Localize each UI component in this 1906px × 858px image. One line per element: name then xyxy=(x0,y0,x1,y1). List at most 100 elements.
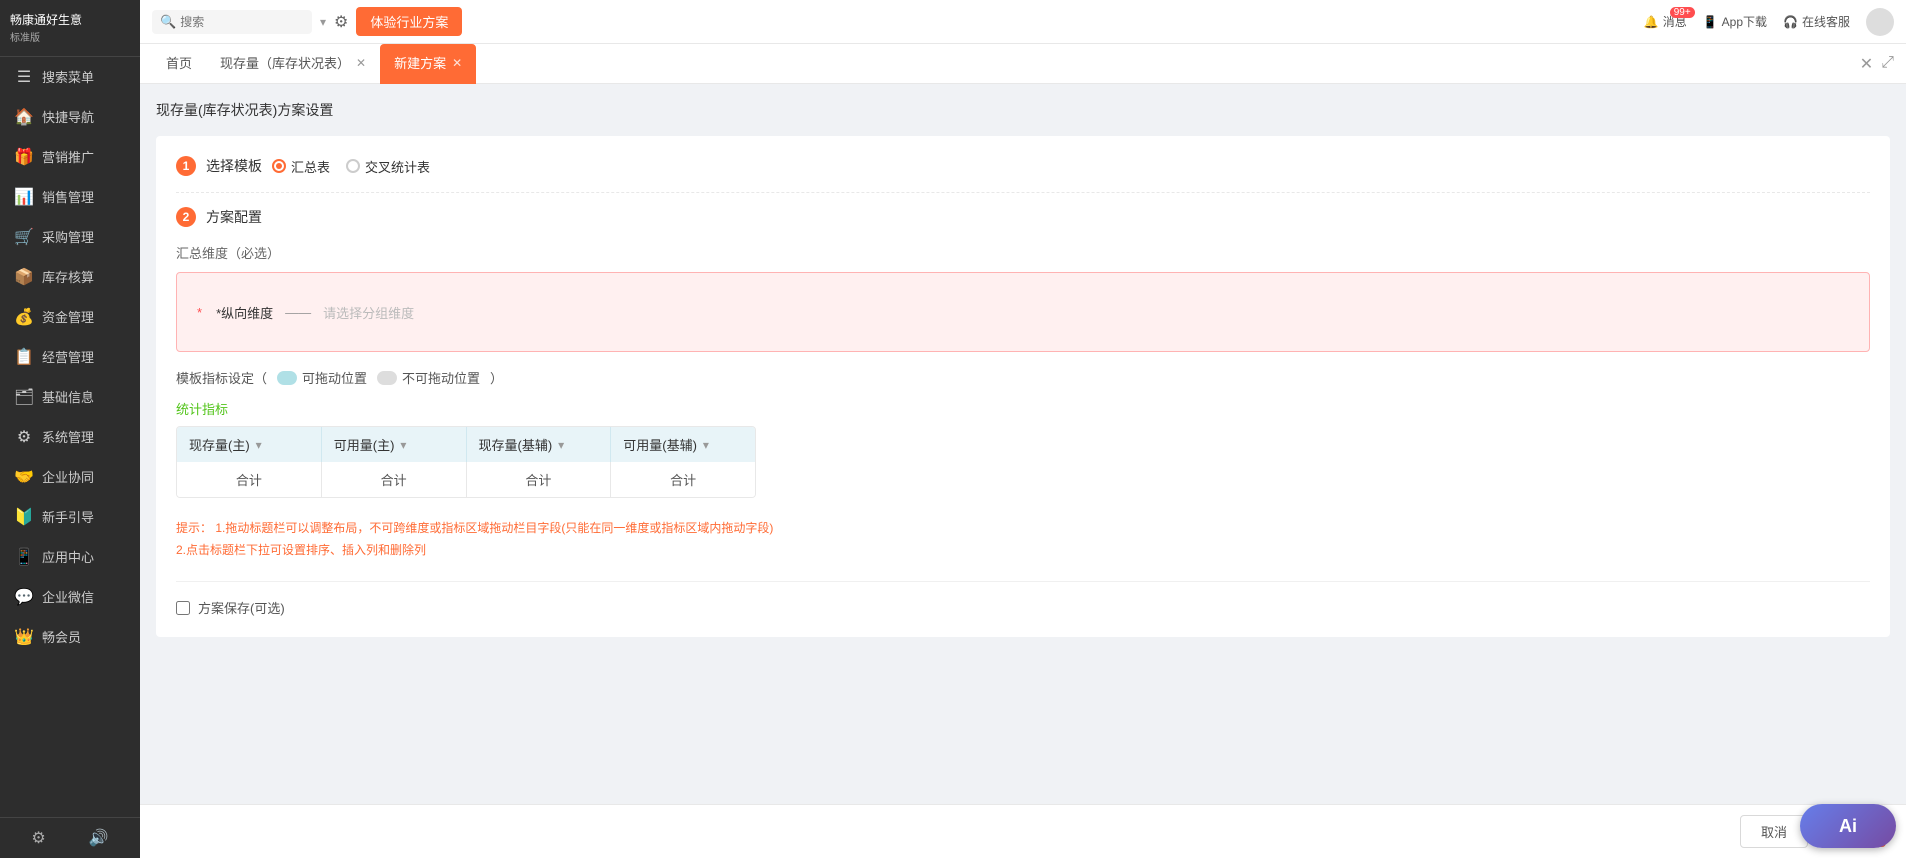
sidebar-item-label: 库存核算 xyxy=(42,267,94,286)
sidebar-item-label: 销售管理 xyxy=(42,187,94,206)
sidebar-item-label: 资金管理 xyxy=(42,307,94,326)
chevron-down-icon[interactable]: ▾ xyxy=(558,438,564,452)
sidebar-item-basic-info[interactable]: 🗂 基础信息 xyxy=(0,377,140,417)
sidebar-item-inventory[interactable]: 📦 库存核算 xyxy=(0,257,140,297)
search-input[interactable] xyxy=(180,15,304,29)
sidebar-item-wechat[interactable]: 💬 企业微信 xyxy=(0,577,140,617)
service-label: 在线客服 xyxy=(1802,13,1850,30)
save-row: 方案保存(可选) xyxy=(176,581,1870,617)
tip2: 2.点击标题栏下拉可设置排序、插入列和删除列 xyxy=(176,540,1870,562)
sidebar: 畅康通好生意 标准版 ☰ 搜索菜单 🏠 快捷导航 🎁 营销推广 📊 销售管理 🛒… xyxy=(0,0,140,858)
tip1-text: 1.拖动标题栏可以调整布局，不可跨维度或指标区域拖动栏目字段(只能在同一维度或指… xyxy=(215,521,773,535)
required-mark: * xyxy=(197,305,202,320)
draggable-toggle[interactable]: 可拖动位置 xyxy=(277,368,367,387)
search-menu-icon: ☰ xyxy=(14,67,34,87)
tab-home-label: 首页 xyxy=(166,53,192,72)
summary-dimension-label: 汇总维度（必选） xyxy=(176,243,1870,262)
header-available-main[interactable]: 可用量(主) ▾ xyxy=(322,427,467,462)
header-available-aux-label: 可用量(基辅) xyxy=(623,435,697,454)
save-checkbox[interactable] xyxy=(176,601,190,615)
trial-button[interactable]: 体验行业方案 xyxy=(356,7,462,36)
sidebar-item-member[interactable]: 👑 畅会员 xyxy=(0,617,140,657)
tab-new-plan[interactable]: 新建方案 ✕ xyxy=(380,44,476,84)
settings-card: 1 选择模板 汇总表 交叉统计表 2 方案配置 xyxy=(156,136,1890,637)
save-label: 方案保存(可选) xyxy=(198,598,285,617)
handshake-icon: 🤝 xyxy=(14,467,34,487)
box-icon: 📦 xyxy=(14,267,34,287)
header-inventory-main-label: 现存量(主) xyxy=(189,435,250,454)
tabs-actions: ✕ ⤢ xyxy=(1860,54,1894,74)
settings-icon[interactable]: ⚙ xyxy=(334,12,348,32)
step1-row: 1 选择模板 汇总表 交叉统计表 xyxy=(176,156,1870,176)
sidebar-item-label: 营销推广 xyxy=(42,147,94,166)
page-title: 现存量(库存状况表)方案设置 xyxy=(156,100,1890,120)
expand-icon[interactable]: ⤢ xyxy=(1881,54,1894,74)
chevron-down-icon[interactable]: ▾ xyxy=(703,438,709,452)
header-available-aux[interactable]: 可用量(基辅) ▾ xyxy=(611,427,755,462)
app-download-button[interactable]: 📱 App下载 xyxy=(1703,13,1767,30)
close-icon[interactable]: ✕ xyxy=(452,56,462,70)
tip1: 提示： 1.拖动标题栏可以调整布局，不可跨维度或指标区域拖动栏目字段(只能在同一… xyxy=(176,518,1870,540)
chevron-down-icon[interactable]: ▾ xyxy=(256,438,262,452)
sidebar-item-app-center[interactable]: 📱 应用中心 xyxy=(0,537,140,577)
volume-icon[interactable]: 🔊 xyxy=(89,828,109,848)
radio-summary[interactable]: 汇总表 xyxy=(272,157,330,176)
ai-bubble[interactable]: Ai xyxy=(1800,804,1896,848)
chevron-down-icon[interactable]: ▾ xyxy=(320,15,326,29)
tips-section: 提示： 1.拖动标题栏可以调整布局，不可跨维度或指标区域拖动栏目字段(只能在同一… xyxy=(176,518,1870,561)
sidebar-item-finance[interactable]: 💰 资金管理 xyxy=(0,297,140,337)
tab-home[interactable]: 首页 xyxy=(152,44,206,84)
cart-icon: 🛒 xyxy=(14,227,34,247)
sidebar-item-search-menu[interactable]: ☰ 搜索菜单 xyxy=(0,57,140,97)
mobile-icon: 📱 xyxy=(14,547,34,567)
sidebar-item-label: 企业微信 xyxy=(42,587,94,606)
header-inventory-aux[interactable]: 现存量(基辅) ▾ xyxy=(467,427,612,462)
cell-available-aux: 合计 xyxy=(611,462,755,497)
step1-badge: 1 xyxy=(176,156,196,176)
dimension-placeholder: 请选择分组维度 xyxy=(323,303,414,322)
tabs-bar: 首页 现存量（库存状况表） ✕ 新建方案 ✕ ✕ ⤢ xyxy=(140,44,1906,84)
header-inventory-main[interactable]: 现存量(主) ▾ xyxy=(177,427,322,462)
cancel-button[interactable]: 取消 xyxy=(1740,815,1808,848)
sidebar-item-marketing[interactable]: 🎁 营销推广 xyxy=(0,137,140,177)
gift-icon: 🎁 xyxy=(14,147,34,167)
sidebar-item-label: 经营管理 xyxy=(42,347,94,366)
tab-inventory-status[interactable]: 现存量（库存状况表） ✕ xyxy=(206,44,380,84)
stats-body-row: 合计 合计 合计 合计 xyxy=(177,462,755,497)
sidebar-item-purchase[interactable]: 🛒 采购管理 xyxy=(0,217,140,257)
service-button[interactable]: 🎧 在线客服 xyxy=(1783,13,1850,30)
bottom-action-bar: 取消 查询 xyxy=(140,804,1906,858)
chevron-down-icon[interactable]: ▾ xyxy=(400,438,406,452)
bell-icon: 🔔 xyxy=(1644,15,1659,29)
sidebar-item-new-guide[interactable]: 🔰 新手引导 xyxy=(0,497,140,537)
non-draggable-label: 不可拖动位置 xyxy=(402,368,480,387)
sidebar-item-quick-nav[interactable]: 🏠 快捷导航 xyxy=(0,97,140,137)
headset-icon: 🎧 xyxy=(1783,15,1798,29)
sidebar-item-cooperation[interactable]: 🤝 企业协同 xyxy=(0,457,140,497)
page-content: 现存量(库存状况表)方案设置 1 选择模板 汇总表 交叉统计表 xyxy=(140,84,1906,804)
sidebar-item-management[interactable]: 📋 经营管理 xyxy=(0,337,140,377)
tab-inventory-label: 现存量（库存状况表） xyxy=(220,53,350,72)
app-name: 畅康通好生意 xyxy=(10,12,130,29)
sidebar-item-label: 企业协同 xyxy=(42,467,94,486)
topbar-left: 🔍 ▾ ⚙ 体验行业方案 xyxy=(152,7,1634,36)
dimension-area[interactable]: * *纵向维度 —— 请选择分组维度 xyxy=(176,272,1870,352)
avatar[interactable] xyxy=(1866,8,1894,36)
close-icon[interactable]: ✕ xyxy=(356,56,366,70)
cell-inventory-aux: 合计 xyxy=(467,462,612,497)
chart-icon: 📊 xyxy=(14,187,34,207)
settings-icon[interactable]: ⚙ xyxy=(31,828,45,848)
search-box[interactable]: 🔍 xyxy=(152,10,312,34)
step2-label: 方案配置 xyxy=(206,207,262,227)
message-button[interactable]: 🔔 消息 99+ xyxy=(1644,13,1687,30)
radio-cross[interactable]: 交叉统计表 xyxy=(346,157,430,176)
sidebar-item-system[interactable]: ⚙ 系统管理 xyxy=(0,417,140,457)
home-icon: 🏠 xyxy=(14,107,34,127)
gear-icon: ⚙ xyxy=(14,427,34,447)
radio-cross-label: 交叉统计表 xyxy=(365,157,430,176)
tip2-text: 2.点击标题栏下拉可设置排序、插入列和删除列 xyxy=(176,543,426,557)
close-icon[interactable]: ✕ xyxy=(1860,54,1873,74)
mobile-icon: 📱 xyxy=(1703,15,1718,29)
cell-inventory-main: 合计 xyxy=(177,462,322,497)
sidebar-item-sales[interactable]: 📊 销售管理 xyxy=(0,177,140,217)
